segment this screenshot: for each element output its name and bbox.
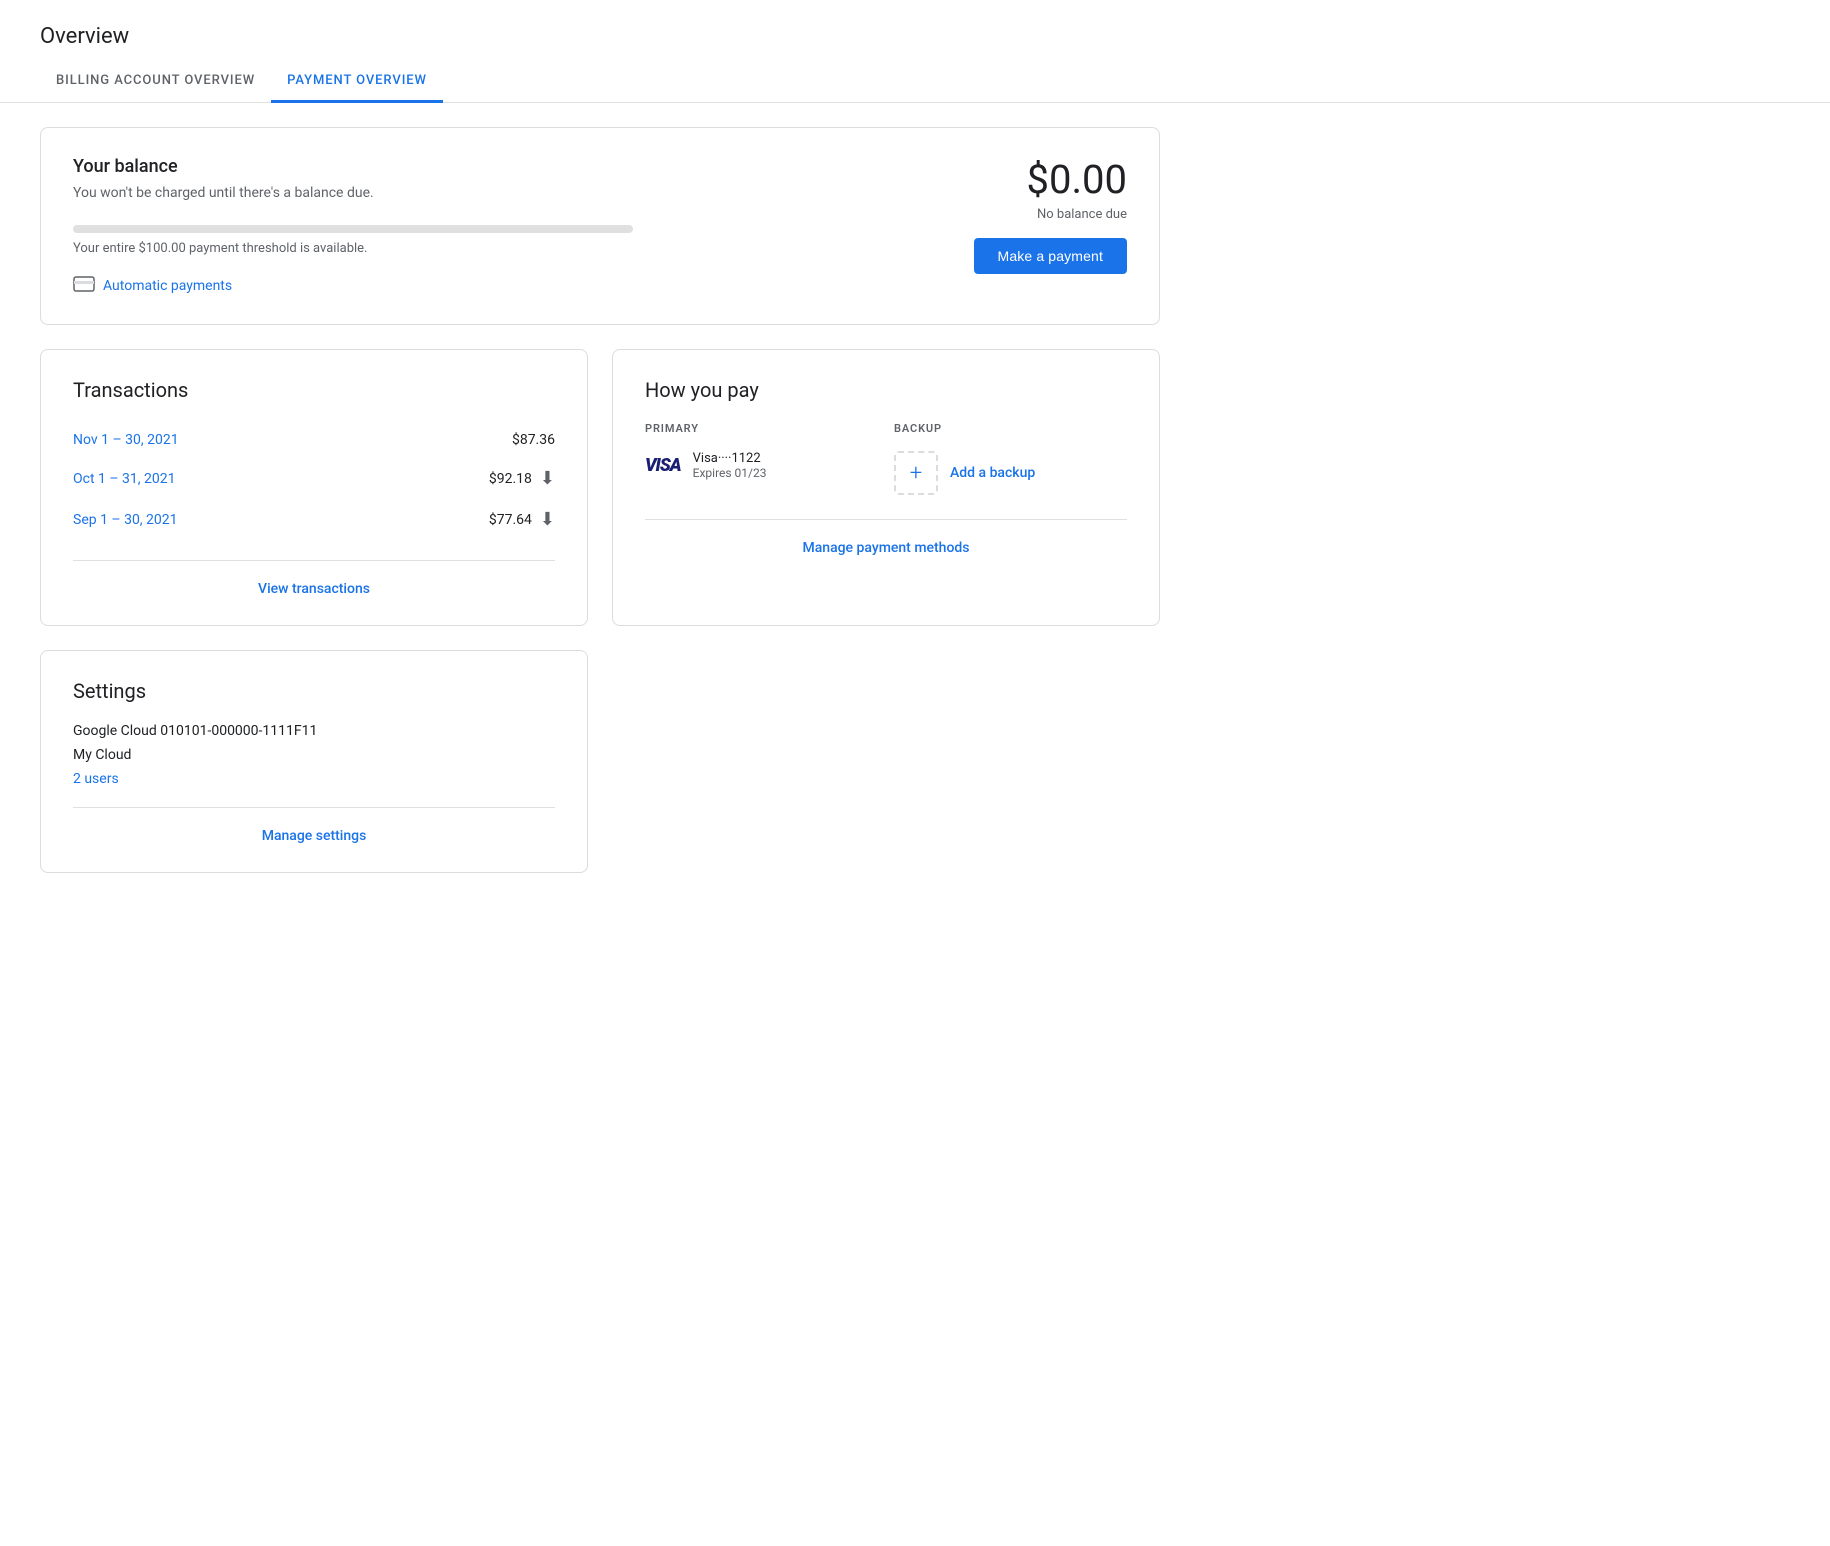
balance-left: Your balance You won't be charged until …	[73, 156, 974, 296]
transaction-period-link-2[interactable]: Oct 1 – 31, 2021	[73, 471, 175, 487]
card-details: Visa····1122 Expires 01/23	[693, 451, 767, 480]
balance-subtitle: You won't be charged until there's a bal…	[73, 185, 974, 201]
settings-account-id: Google Cloud 010101-000000-1111F11	[73, 723, 555, 739]
backup-payment-section: BACKUP + Add a backup	[894, 422, 1127, 495]
make-payment-button[interactable]: Make a payment	[974, 238, 1127, 274]
progress-bar-bg	[73, 225, 633, 233]
threshold-text: Your entire $100.00 payment threshold is…	[73, 241, 974, 256]
settings-account-name: My Cloud	[73, 747, 555, 763]
manage-settings-link[interactable]: Manage settings	[73, 828, 555, 844]
divider	[73, 560, 555, 561]
view-transactions-link[interactable]: View transactions	[73, 581, 555, 597]
add-backup-link[interactable]: Add a backup	[950, 465, 1035, 481]
transaction-period-link-1[interactable]: Nov 1 – 30, 2021	[73, 432, 179, 448]
credit-card-icon	[73, 276, 95, 296]
how-you-pay-card: How you pay PRIMARY VISA Visa····1122 Ex…	[612, 349, 1160, 626]
main-content: Your balance You won't be charged until …	[0, 103, 1200, 921]
card-expiry: Expires 01/23	[693, 466, 767, 480]
balance-footer: Automatic payments	[73, 276, 974, 296]
transactions-title: Transactions	[73, 378, 555, 402]
balance-amount: $0.00	[974, 156, 1127, 203]
progress-bar-container	[73, 225, 633, 233]
balance-title: Your balance	[73, 156, 974, 177]
download-icon-2[interactable]: ⬇	[540, 509, 555, 530]
table-row: Sep 1 – 30, 2021 $77.64 ⬇	[73, 499, 555, 540]
tab-billing-overview[interactable]: BILLING ACCOUNT OVERVIEW	[40, 61, 271, 103]
transaction-amount-2: $92.18 ⬇	[489, 468, 555, 489]
payment-columns: PRIMARY VISA Visa····1122 Expires 01/23 …	[645, 422, 1127, 495]
visa-logo: VISA	[645, 455, 681, 476]
settings-users-link[interactable]: 2 users	[73, 771, 119, 787]
how-you-pay-title: How you pay	[645, 378, 1127, 402]
auto-payments-link[interactable]: Automatic payments	[73, 276, 232, 296]
balance-card: Your balance You won't be charged until …	[40, 127, 1160, 325]
transaction-period-link-3[interactable]: Sep 1 – 30, 2021	[73, 512, 178, 528]
settings-card: Settings Google Cloud 010101-000000-1111…	[40, 650, 588, 873]
tabs-bar: BILLING ACCOUNT OVERVIEW PAYMENT OVERVIE…	[0, 61, 1830, 103]
balance-right: $0.00 No balance due Make a payment	[974, 156, 1127, 274]
backup-payment: + Add a backup	[894, 451, 1127, 495]
card-number: Visa····1122	[693, 451, 767, 466]
primary-label: PRIMARY	[645, 422, 878, 435]
transaction-amount-1: $87.36	[512, 432, 555, 448]
table-row: Nov 1 – 30, 2021 $87.36	[73, 422, 555, 458]
bottom-row: Settings Google Cloud 010101-000000-1111…	[40, 650, 1160, 897]
bottom-right-placeholder	[612, 650, 1160, 897]
transactions-card: Transactions Nov 1 – 30, 2021 $87.36 Oct…	[40, 349, 588, 626]
transaction-amount-3: $77.64 ⬇	[489, 509, 555, 530]
balance-status: No balance due	[974, 207, 1127, 222]
divider	[73, 807, 555, 808]
page-title: Overview	[0, 0, 1830, 61]
primary-payment: VISA Visa····1122 Expires 01/23	[645, 451, 878, 480]
tab-payment-overview[interactable]: PAYMENT OVERVIEW	[271, 61, 443, 103]
primary-payment-section: PRIMARY VISA Visa····1122 Expires 01/23	[645, 422, 878, 495]
table-row: Oct 1 – 31, 2021 $92.18 ⬇	[73, 458, 555, 499]
download-icon-1[interactable]: ⬇	[540, 468, 555, 489]
two-column-section: Transactions Nov 1 – 30, 2021 $87.36 Oct…	[40, 349, 1160, 650]
settings-title: Settings	[73, 679, 555, 703]
manage-payment-methods-link[interactable]: Manage payment methods	[645, 540, 1127, 556]
add-backup-button[interactable]: +	[894, 451, 938, 495]
auto-payments-label: Automatic payments	[103, 278, 232, 294]
divider	[645, 519, 1127, 520]
backup-label: BACKUP	[894, 422, 1127, 435]
